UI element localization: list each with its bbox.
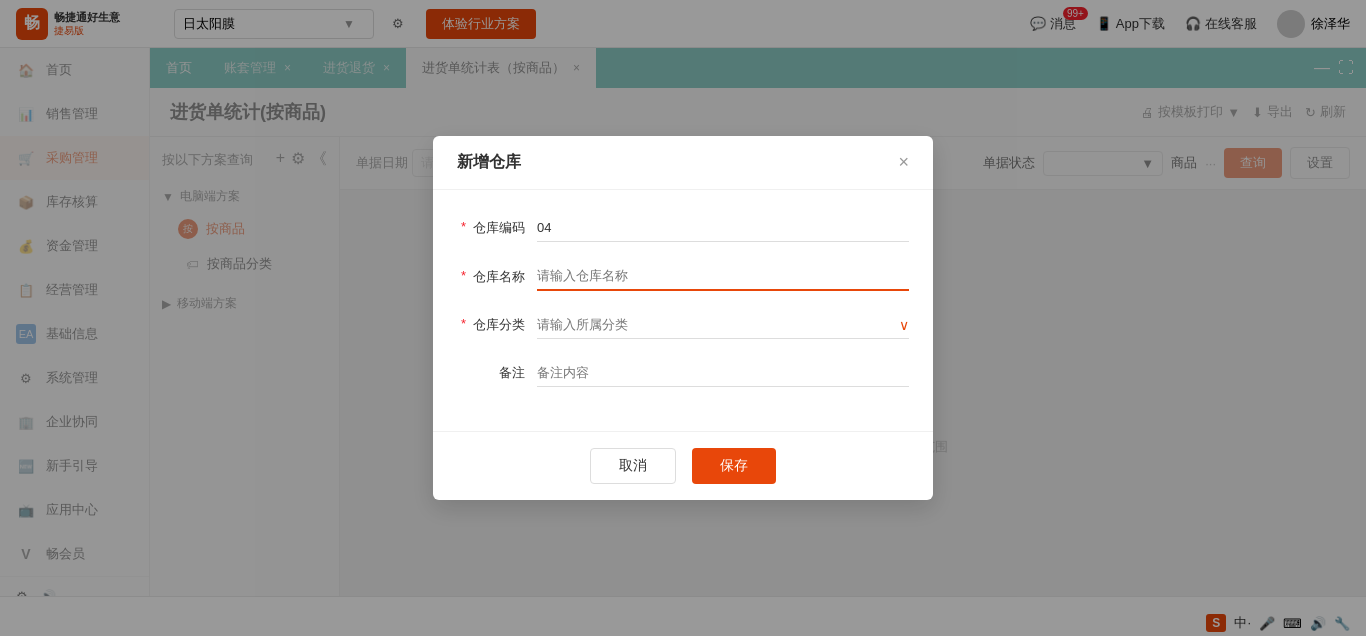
modal-body: 仓库编码 仓库名称 仓库分类 ∨	[433, 190, 933, 431]
category-field-row: 仓库分类 ∨	[457, 311, 909, 339]
modal-header: 新增仓库 ×	[433, 136, 933, 190]
name-field-row: 仓库名称	[457, 262, 909, 291]
category-input[interactable]	[537, 311, 899, 338]
remark-field-row: 备注	[457, 359, 909, 387]
code-input[interactable]	[537, 214, 909, 242]
modal-overlay: 新增仓库 × 仓库编码 仓库名称 仓库分类	[0, 0, 1366, 636]
remark-label: 备注	[457, 364, 537, 382]
category-label: 仓库分类	[457, 316, 537, 334]
category-dropdown-icon: ∨	[899, 317, 909, 333]
code-label: 仓库编码	[457, 219, 537, 237]
modal-footer: 取消 保存	[433, 431, 933, 500]
name-label: 仓库名称	[457, 268, 537, 286]
code-field-row: 仓库编码	[457, 214, 909, 242]
modal-title: 新增仓库	[457, 152, 521, 173]
modal-close-button[interactable]: ×	[898, 152, 909, 173]
name-input[interactable]	[537, 262, 909, 291]
cancel-button[interactable]: 取消	[590, 448, 676, 484]
category-select-wrap[interactable]: ∨	[537, 311, 909, 339]
remark-input[interactable]	[537, 359, 909, 387]
save-button[interactable]: 保存	[692, 448, 776, 484]
add-warehouse-modal: 新增仓库 × 仓库编码 仓库名称 仓库分类	[433, 136, 933, 500]
